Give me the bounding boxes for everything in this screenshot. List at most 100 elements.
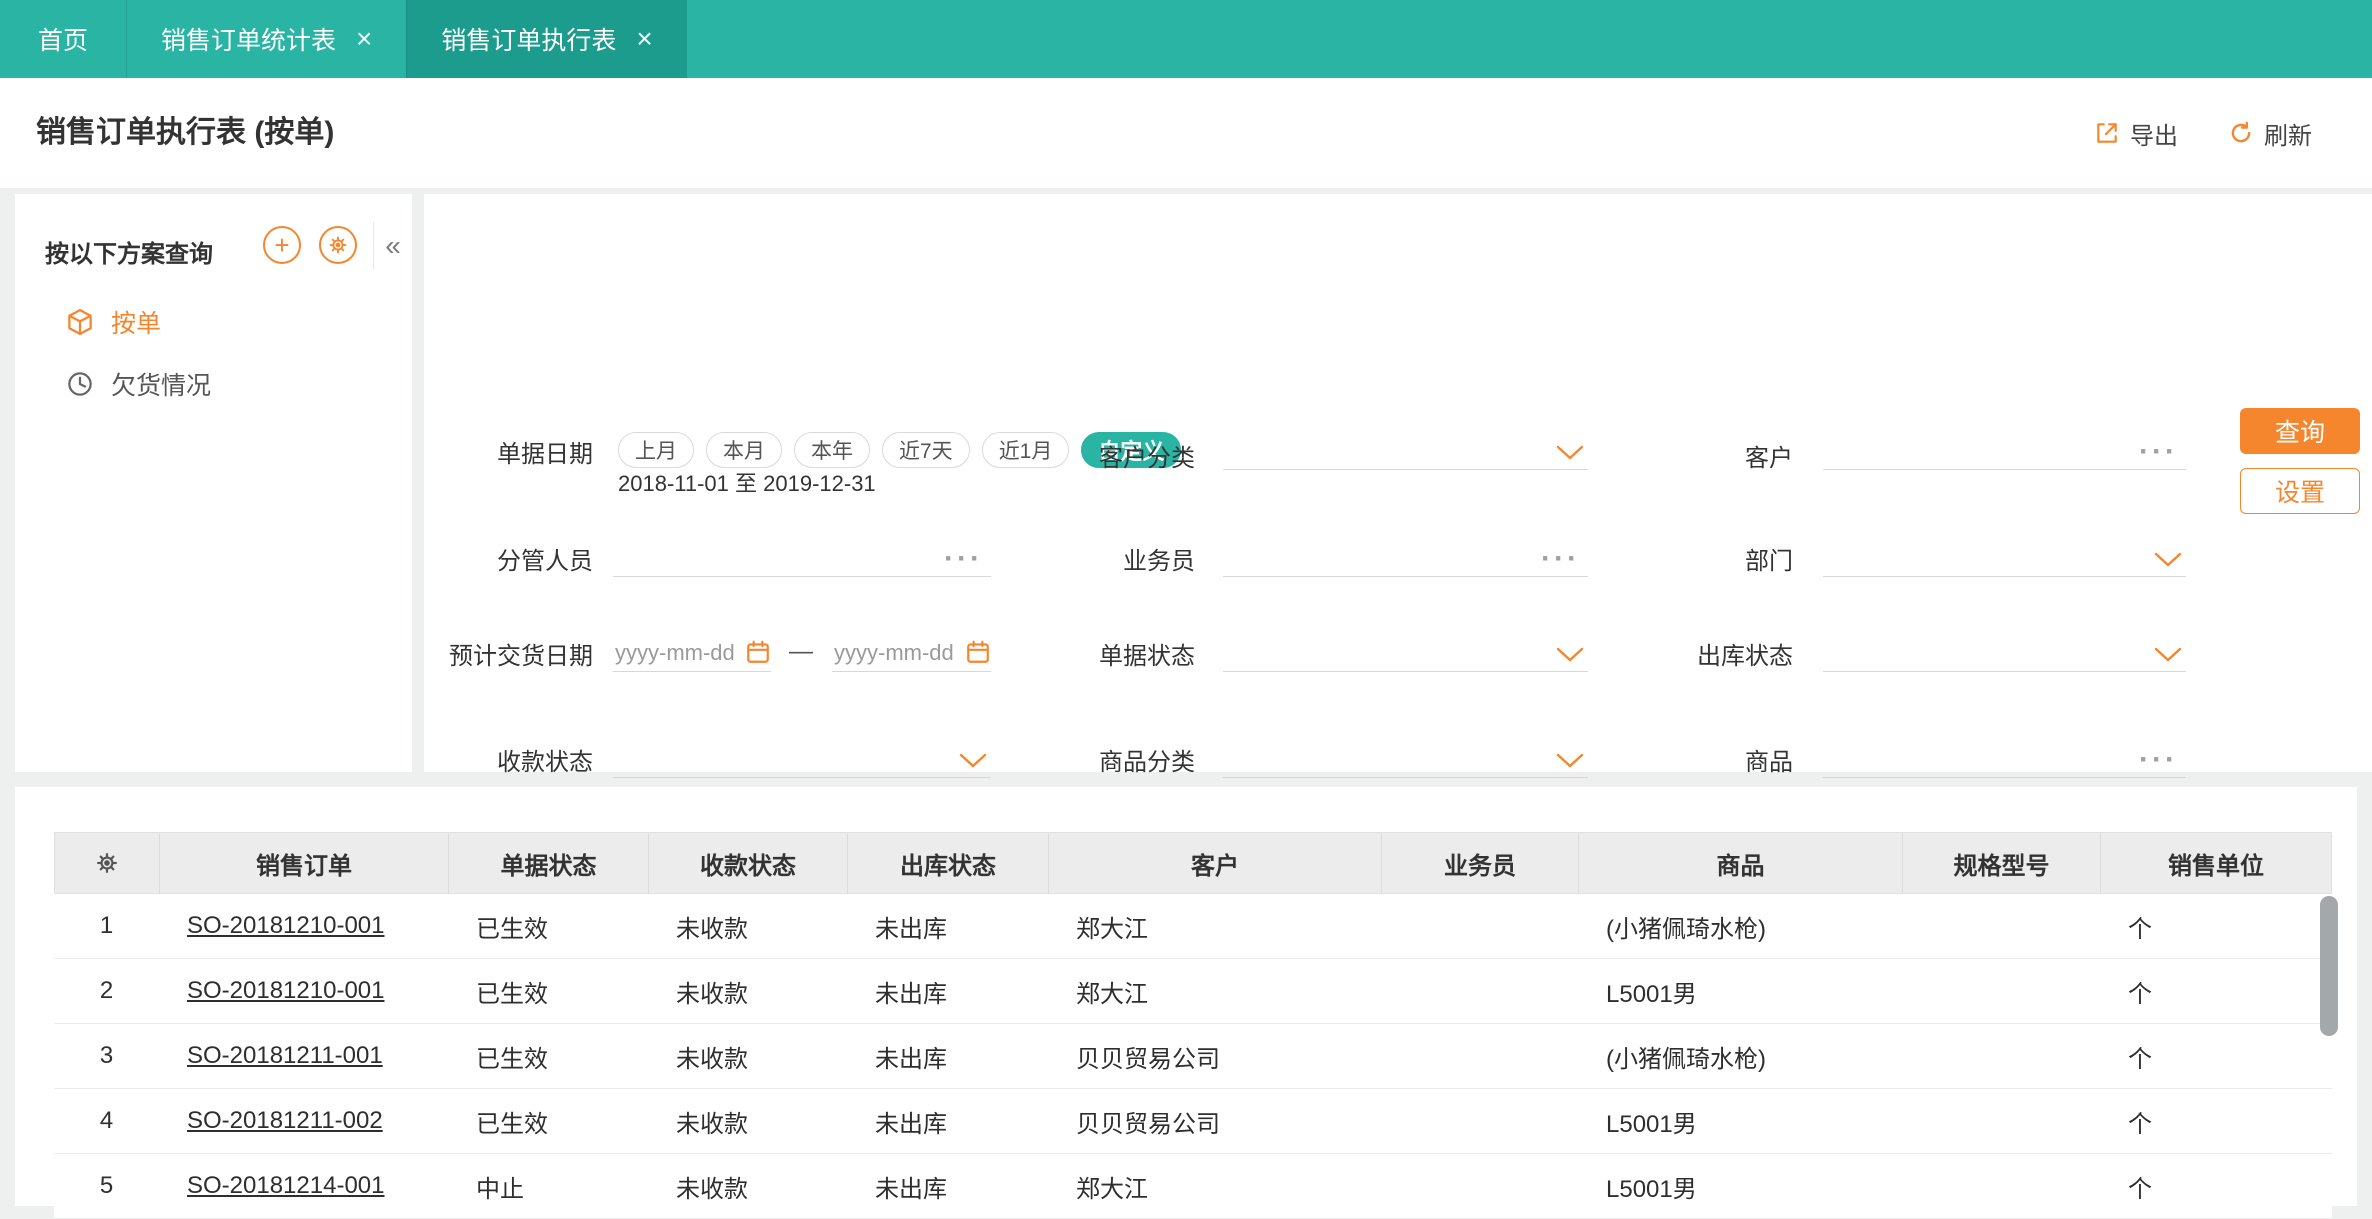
tab-home[interactable]: 首页 <box>0 0 126 78</box>
cell-outbound: 未出库 <box>875 1045 947 1073</box>
delivery-date-end[interactable] <box>832 624 991 672</box>
cell-order: SO-20181210-001 <box>159 894 448 958</box>
table-row[interactable]: 4 SO-20181211-002 已生效 未收款 未出库 贝贝贸易公司 L5001男 个 <box>54 1089 2332 1154</box>
query-button-label: 查询 <box>2274 419 2325 447</box>
date-range-separator: — <box>789 638 813 665</box>
cube-icon <box>68 309 92 335</box>
settings-button[interactable]: 设置 <box>2240 468 2360 514</box>
scrollbar-thumb[interactable] <box>2320 896 2338 1036</box>
column-header-doc-status: 单据状态 <box>449 833 649 893</box>
customer-category-select[interactable] <box>1223 422 1588 470</box>
cell-product: L5001男 <box>1606 1175 1697 1203</box>
cell-salesman <box>1381 959 1578 1023</box>
column-header-customer: 客户 <box>1049 833 1382 893</box>
cell-customer: 郑大江 <box>1076 1175 1148 1203</box>
tab-sales-order-stats[interactable]: 销售订单统计表 × <box>126 0 406 78</box>
top-tab-bar: 首页 销售订单统计表 × 销售订单执行表 × <box>0 0 2372 78</box>
order-link[interactable]: SO-20181211-001 <box>187 1042 383 1070</box>
ellipsis-icon: ··· <box>2139 743 2178 776</box>
date-preset-pill[interactable]: 近7天 <box>882 432 970 468</box>
cell-payment: 未收款 <box>676 1175 748 1203</box>
sidebar-collapse-button[interactable]: « <box>373 222 412 270</box>
table-column-settings-button[interactable] <box>55 833 160 893</box>
department-select[interactable] <box>1823 529 2186 577</box>
table-row[interactable]: 5 SO-20181214-001 中止 未收款 未出库 郑大江 L5001男 个 <box>54 1154 2332 1219</box>
gear-icon <box>97 853 117 873</box>
cell-no: 1 <box>99 912 114 939</box>
table-scrollbar[interactable] <box>2320 894 2338 1194</box>
salesman-select[interactable]: ··· <box>1223 529 1588 577</box>
cell-customer: 郑大江 <box>1076 980 1148 1008</box>
cell-no: 3 <box>99 1042 114 1069</box>
calendar-icon <box>747 640 769 663</box>
doc-status-select[interactable] <box>1223 624 1588 672</box>
manager-label: 分管人员 <box>497 548 593 575</box>
cell-outbound: 未出库 <box>875 1175 947 1203</box>
document-date-label: 单据日期 <box>497 441 593 468</box>
order-link[interactable]: SO-20181214-001 <box>187 1172 384 1200</box>
column-header-outbound-status: 出库状态 <box>848 833 1049 893</box>
cell-unit: 个 <box>2128 980 2152 1008</box>
outbound-status-select[interactable] <box>1823 624 2186 672</box>
add-scheme-button[interactable]: + <box>263 226 301 264</box>
payment-status-select[interactable] <box>613 730 991 778</box>
date-preset-pill[interactable]: 本月 <box>706 432 782 468</box>
salesman-label: 业务员 <box>1123 548 1195 575</box>
close-icon[interactable]: × <box>636 25 652 53</box>
date-range-value: 2018-11-01 至 2019-12-31 <box>618 471 876 496</box>
order-link[interactable]: SO-20181210-001 <box>187 912 384 940</box>
delivery-date-start[interactable] <box>613 624 771 672</box>
date-preset-pill[interactable]: 本年 <box>794 432 870 468</box>
settings-button-label: 设置 <box>2274 479 2325 507</box>
column-header-sales-unit: 销售单位 <box>2168 852 2264 880</box>
export-button[interactable]: 导出 <box>2094 116 2178 151</box>
tab-sales-order-execution[interactable]: 销售订单执行表 × <box>406 0 687 78</box>
table-row[interactable]: 2 SO-20181210-001 已生效 未收款 未出库 郑大江 L5001男 个 <box>54 959 2332 1024</box>
date-preset-pill[interactable]: 上月 <box>618 432 694 468</box>
cell-spec <box>1902 1024 2100 1088</box>
cell-payment: 未收款 <box>676 1110 748 1138</box>
clock-icon <box>68 372 92 396</box>
date-end-input[interactable] <box>832 639 965 667</box>
table-row[interactable]: 1 SO-20181210-001 已生效 未收款 未出库 郑大江 (小猪佩琦水枪) 个 <box>54 894 2332 959</box>
department-label: 部门 <box>1745 548 1793 575</box>
cell-spec <box>1902 1154 2100 1218</box>
cell-unit: 个 <box>2128 1045 2152 1073</box>
cell-product: L5001男 <box>1606 980 1697 1008</box>
refresh-label: 刷新 <box>2264 122 2312 150</box>
refresh-button[interactable]: 刷新 <box>2228 116 2312 151</box>
product-category-select[interactable] <box>1223 730 1588 778</box>
date-start-input[interactable] <box>613 639 745 667</box>
gear-icon <box>329 236 347 254</box>
product-select[interactable]: ··· <box>1823 730 2186 778</box>
plus-icon: + <box>274 229 290 260</box>
chevron-down-icon <box>2154 647 2182 662</box>
order-link[interactable]: SO-20181211-002 <box>187 1107 383 1135</box>
cell-salesman <box>1381 1024 1578 1088</box>
outbound-status-label: 出库状态 <box>1697 643 1793 670</box>
scheme-settings-button[interactable] <box>319 226 357 264</box>
query-button[interactable]: 查询 <box>2240 408 2360 454</box>
cell-customer: 贝贝贸易公司 <box>1076 1045 1220 1073</box>
column-header-salesman: 业务员 <box>1382 833 1579 893</box>
column-header-sales-order: 销售订单 <box>160 833 449 893</box>
cell-payment: 未收款 <box>676 1045 748 1073</box>
cell-salesman <box>1381 894 1578 958</box>
customer-select[interactable]: ··· <box>1823 422 2186 470</box>
table-header-row: 销售订单 单据状态 收款状态 出库状态 客户 业务员 商品 规格型号 销售单位 <box>54 832 2332 894</box>
manager-select[interactable]: ··· <box>613 529 991 577</box>
cell-customer: 贝贝贸易公司 <box>1076 1110 1220 1138</box>
close-icon[interactable]: × <box>356 25 372 53</box>
sidebar-item-backorder[interactable]: 欠货情况 <box>65 362 211 406</box>
table-row[interactable]: 3 SO-20181211-001 已生效 未收款 未出库 贝贝贸易公司 (小猪佩琦水枪) 个 <box>54 1024 2332 1089</box>
tab-label: 销售订单统计表 <box>161 27 337 55</box>
cell-product: (小猪佩琦水枪) <box>1606 1045 1766 1073</box>
sidebar-item-label: 欠货情况 <box>111 372 212 400</box>
column-header-payment-status: 收款状态 <box>649 833 848 893</box>
order-link[interactable]: SO-20181210-001 <box>187 977 384 1005</box>
results-table-panel: 销售订单 单据状态 收款状态 出库状态 客户 业务员 商品 规格型号 销售单位 … <box>15 787 2357 1219</box>
product-category-label: 商品分类 <box>1099 749 1195 776</box>
export-icon <box>2097 123 2117 143</box>
sidebar-item-by-order[interactable]: 按单 <box>65 300 161 344</box>
cell-unit: 个 <box>2128 1110 2152 1138</box>
